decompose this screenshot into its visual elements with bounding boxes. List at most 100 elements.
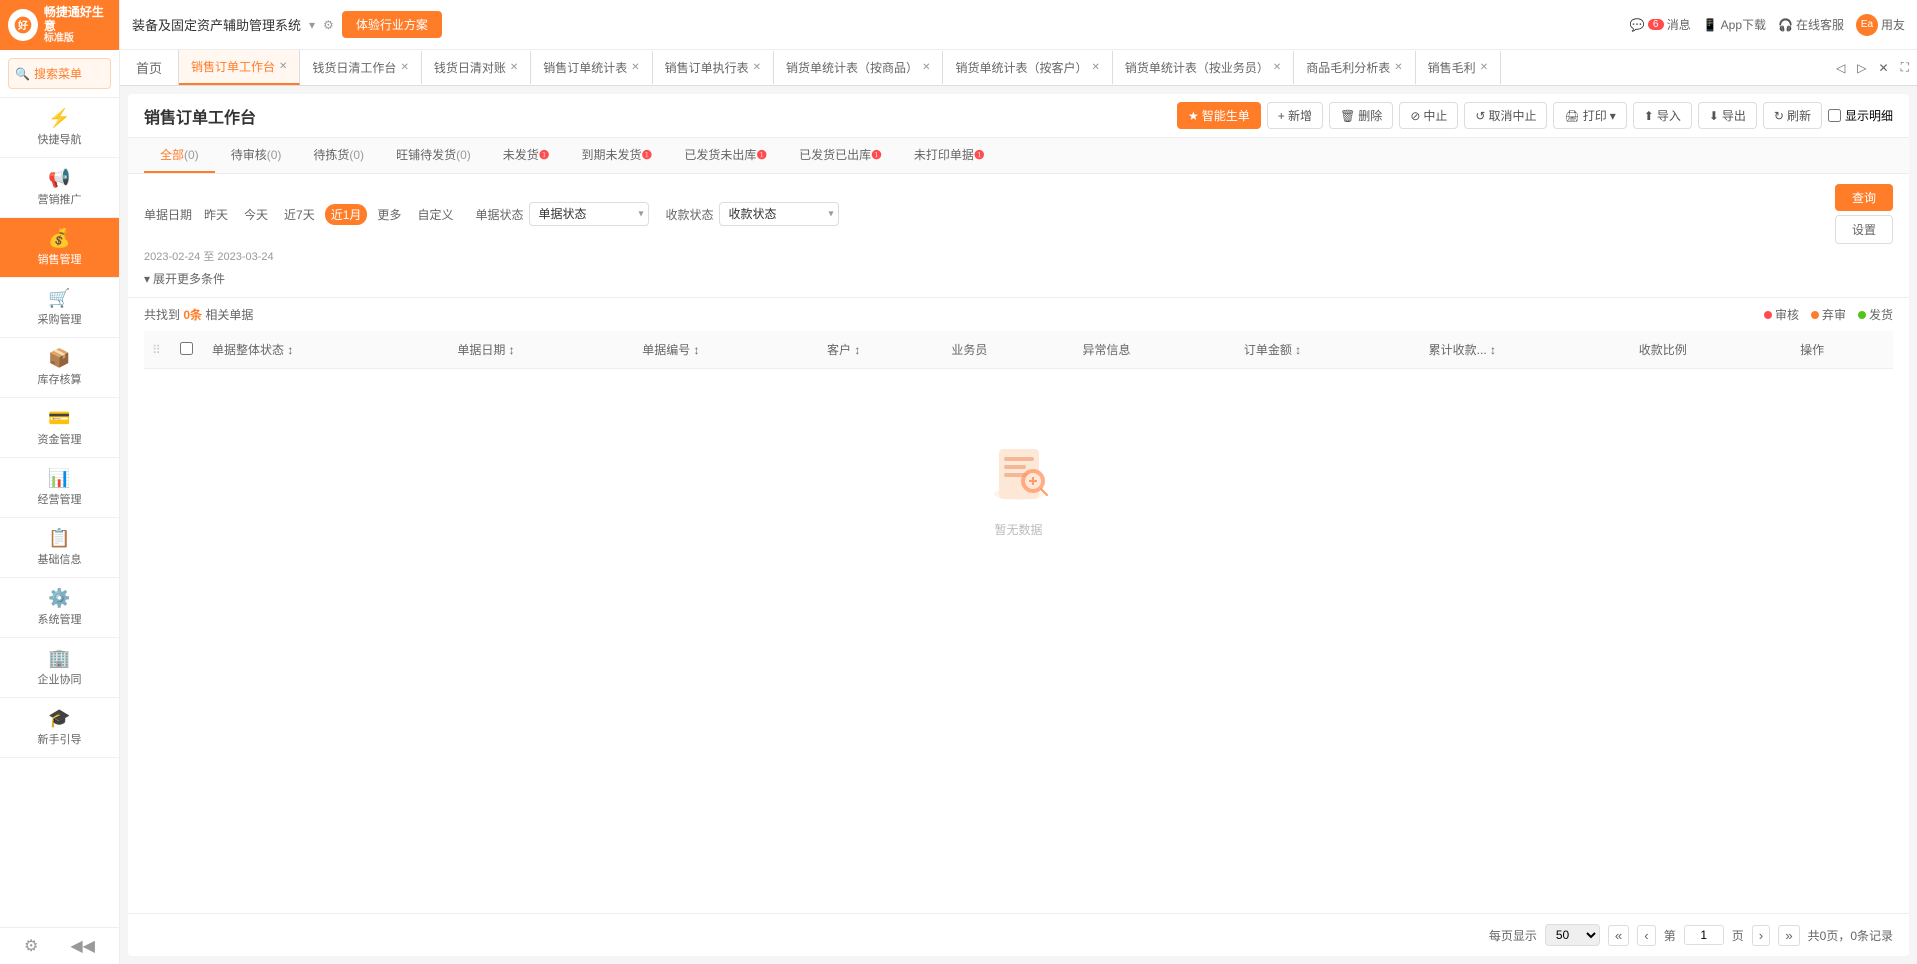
sidebar-item-inventory[interactable]: 📦 库存核算 (0, 338, 119, 398)
tab-home[interactable]: 首页 (120, 50, 179, 85)
tab-close-all[interactable]: ✕ (1875, 59, 1893, 77)
sidebar-item-purchase[interactable]: 🛒 采购管理 (0, 278, 119, 338)
date-btn-today[interactable]: 今天 (238, 204, 274, 225)
smart-create-button[interactable]: ★ 智能生单 (1177, 102, 1261, 129)
ship-action[interactable]: 发货 (1858, 306, 1893, 323)
first-page-button[interactable]: « (1608, 925, 1629, 946)
status-tab-shipped-not-out[interactable]: 已发货未出库❶ (668, 138, 783, 173)
search-menu-button[interactable]: 🔍 搜索菜单 (8, 58, 111, 89)
date-filter-value: 昨天 今天 近7天 近1月 更多 自定义 (198, 204, 459, 225)
date-btn-yesterday[interactable]: 昨天 (198, 204, 234, 225)
logo-icon: 好 (8, 9, 38, 41)
refresh-button[interactable]: ↻ 刷新 (1763, 102, 1822, 129)
delete-button[interactable]: 🗑 删除 (1329, 102, 1393, 129)
tab-fullscreen[interactable]: ⛶ (1897, 58, 1913, 77)
date-btn-custom[interactable]: 自定义 (411, 204, 459, 225)
tab-summary-customer[interactable]: 销货单统计表（按客户） ✕ (943, 51, 1112, 84)
select-all-checkbox[interactable] (180, 342, 193, 355)
sidebar-item-sales[interactable]: 💰 销售管理 (0, 218, 119, 278)
current-page-input[interactable] (1684, 925, 1724, 945)
tab-cash-daily[interactable]: 钱货日清工作台 ✕ (300, 51, 421, 84)
tab-close-gross-analysis[interactable]: ✕ (1394, 62, 1402, 73)
tab-close-cash-reconcile[interactable]: ✕ (510, 62, 518, 73)
next-page-button[interactable]: › (1752, 925, 1770, 946)
sort-number[interactable]: 单据编号 ↕ (642, 343, 699, 357)
payment-select[interactable]: 收款状态 (719, 202, 839, 226)
review-label: 审核 (1775, 306, 1799, 323)
tab-close-cash-daily[interactable]: ✕ (400, 62, 408, 73)
add-button[interactable]: + 新增 (1267, 102, 1323, 129)
sidebar-nav: ⚡ 快捷导航 📢 营销推广 💰 销售管理 🛒 采购管理 📦 库存核算 💳 资金管… (0, 98, 119, 927)
import-button[interactable]: ⬆ 导入 (1633, 102, 1692, 129)
sort-status[interactable]: 单据整体状态 ↕ (212, 343, 293, 357)
collapse-footer-btn[interactable]: ◀◀ (70, 936, 95, 956)
page-size-select[interactable]: 50 10 20 100 (1545, 924, 1600, 946)
tab-nav-prev[interactable]: ◁ (1832, 59, 1849, 77)
tab-close-sales-more[interactable]: ✕ (1480, 62, 1488, 73)
query-button[interactable]: 查询 (1835, 184, 1893, 211)
date-btn-7days[interactable]: 近7天 (278, 204, 321, 225)
tab-close-sales-workbench[interactable]: ✕ (279, 61, 287, 72)
status-tab-shipped-out[interactable]: 已发货已出库❶ (783, 138, 898, 173)
tab-close-summary-staff[interactable]: ✕ (1273, 62, 1281, 73)
date-btn-more[interactable]: 更多 (371, 204, 407, 225)
user-action[interactable]: Ea 用友 (1856, 14, 1905, 36)
tab-gross-analysis[interactable]: 商品毛利分析表 ✕ (1294, 51, 1415, 84)
sidebar-item-quick-nav[interactable]: ⚡ 快捷导航 (0, 98, 119, 158)
cancel-stop-button[interactable]: ↺ 取消中止 (1464, 102, 1547, 129)
tab-sales-stats[interactable]: 销售订单统计表 ✕ (531, 51, 652, 84)
tab-sales-workbench[interactable]: 销售订单工作台 ✕ (179, 50, 300, 85)
settings-footer-btn[interactable]: ⚙ (24, 936, 38, 956)
date-btn-1month[interactable]: 近1月 (325, 204, 368, 225)
tab-close-sales-stats[interactable]: ✕ (631, 62, 639, 73)
status-tab-not-printed[interactable]: 未打印单据❶ (898, 138, 1001, 173)
tab-sales-exec[interactable]: 销售订单执行表 ✕ (653, 51, 774, 84)
sidebar-item-basic-info[interactable]: 📋 基础信息 (0, 518, 119, 578)
tab-summary-staff[interactable]: 销货单统计表（按业务员） ✕ (1113, 51, 1294, 84)
sidebar-item-finance[interactable]: 💳 资金管理 (0, 398, 119, 458)
dropdown-icon[interactable]: ▾ (309, 18, 315, 32)
status-tab-not-shipped[interactable]: 未发货❶ (487, 138, 566, 173)
review-action[interactable]: 审核 (1764, 306, 1799, 323)
sidebar-item-system[interactable]: ⚙️ 系统管理 (0, 578, 119, 638)
tab-nav-next[interactable]: ▷ (1853, 59, 1870, 77)
status-tab-pending-review[interactable]: 待审核(0) (215, 138, 298, 173)
show-detail-label[interactable]: 显示明细 (1828, 107, 1893, 124)
tab-cash-reconcile[interactable]: 钱货日清对账 ✕ (422, 51, 531, 84)
print-button[interactable]: 🖨 打印 ▾ (1553, 102, 1626, 129)
cancel-review-action[interactable]: 弃审 (1811, 306, 1846, 323)
tab-sales-more[interactable]: 销售毛利 ✕ (1416, 51, 1501, 84)
tab-label-gross-analysis: 商品毛利分析表 (1306, 59, 1390, 76)
prev-page-button[interactable]: ‹ (1637, 925, 1655, 946)
sidebar-item-enterprise[interactable]: 🏢 企业协同 (0, 638, 119, 698)
set-button[interactable]: 设置 (1835, 215, 1893, 244)
message-action[interactable]: 💬 6 消息 (1630, 16, 1691, 33)
sidebar-item-marketing[interactable]: 📢 营销推广 (0, 158, 119, 218)
sort-received[interactable]: 累计收款... ↕ (1429, 343, 1496, 357)
app-download-action[interactable]: 📱 App下载 (1703, 16, 1766, 33)
stop-button[interactable]: ⊘ 中止 (1399, 102, 1458, 129)
status-tab-wangpu[interactable]: 旺铺待发货(0) (380, 138, 487, 173)
status-tab-overdue-not-shipped[interactable]: 到期未发货❶ (566, 138, 669, 173)
last-page-button[interactable]: » (1778, 925, 1799, 946)
show-detail-checkbox[interactable] (1828, 109, 1841, 122)
industry-solution-button[interactable]: 体验行业方案 (342, 11, 442, 38)
sidebar-item-operations[interactable]: 📊 经营管理 (0, 458, 119, 518)
status-select[interactable]: 单据状态 (529, 202, 649, 226)
status-tab-all[interactable]: 全部(0) (144, 138, 215, 173)
col-amount: 订单金额 ↕ (1236, 331, 1421, 369)
sort-amount[interactable]: 订单金额 ↕ (1244, 343, 1301, 357)
sort-date[interactable]: 单据日期 ↕ (457, 343, 514, 357)
online-service-action[interactable]: 🎧 在线客服 (1778, 16, 1844, 33)
table-summary-actions: 审核 弃审 发货 (1764, 306, 1893, 323)
tab-close-sales-exec[interactable]: ✕ (753, 62, 761, 73)
tab-summary-product[interactable]: 销货单统计表（按商品） ✕ (774, 51, 943, 84)
sidebar-item-guide[interactable]: 🎓 新手引导 (0, 698, 119, 758)
tab-close-summary-customer[interactable]: ✕ (1091, 62, 1099, 73)
sort-customer[interactable]: 客户 ↕ (827, 343, 860, 357)
status-tab-pending-pick[interactable]: 待拣货(0) (297, 138, 380, 173)
export-button[interactable]: ⬇ 导出 (1698, 102, 1757, 129)
tab-close-summary-product[interactable]: ✕ (922, 62, 930, 73)
expand-filter-button[interactable]: ▾ 展开更多条件 (144, 270, 1893, 287)
settings-icon[interactable]: ⚙ (323, 18, 334, 32)
